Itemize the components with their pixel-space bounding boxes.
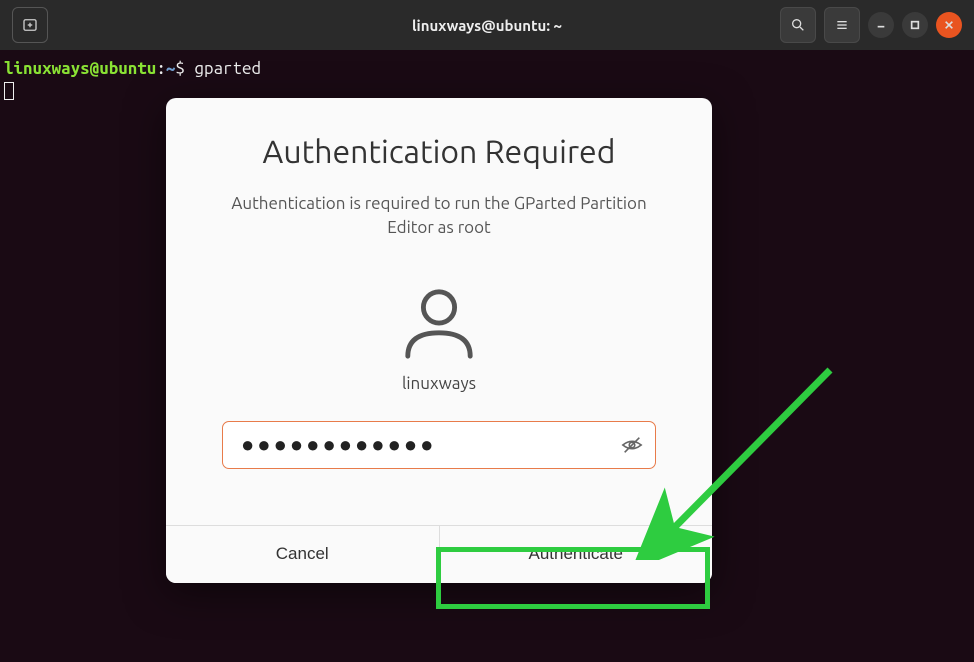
terminal-command: gparted bbox=[194, 59, 261, 78]
authenticate-button[interactable]: Authenticate bbox=[440, 526, 713, 583]
maximize-button[interactable] bbox=[902, 12, 928, 38]
username-label: linuxways bbox=[402, 374, 476, 393]
minimize-button[interactable] bbox=[868, 12, 894, 38]
authentication-dialog: Authentication Required Authentication i… bbox=[166, 98, 712, 583]
cancel-button[interactable]: Cancel bbox=[166, 526, 440, 583]
dialog-button-row: Cancel Authenticate bbox=[166, 525, 712, 583]
password-input[interactable] bbox=[222, 421, 656, 469]
window-titlebar: linuxways@ubuntu: ~ bbox=[0, 0, 974, 50]
password-field-wrap bbox=[222, 421, 656, 469]
hamburger-menu-button[interactable] bbox=[824, 7, 860, 43]
user-icon bbox=[400, 284, 478, 362]
window-title: linuxways@ubuntu: ~ bbox=[412, 17, 562, 34]
prompt-symbol: $ bbox=[175, 59, 194, 78]
dialog-subtitle: Authentication is required to run the GP… bbox=[166, 192, 712, 240]
dialog-title: Authentication Required bbox=[166, 134, 712, 170]
terminal-cursor bbox=[4, 82, 14, 100]
search-button[interactable] bbox=[780, 7, 816, 43]
close-button[interactable] bbox=[936, 12, 962, 38]
new-tab-button[interactable] bbox=[12, 7, 48, 43]
eye-off-icon bbox=[621, 434, 643, 456]
title-controls bbox=[780, 7, 962, 43]
toggle-password-visibility-button[interactable] bbox=[620, 433, 644, 457]
user-avatar: linuxways bbox=[166, 284, 712, 393]
prompt-path: ~ bbox=[166, 59, 176, 78]
prompt-separator: : bbox=[156, 59, 166, 78]
prompt-user-host: linuxways@ubuntu bbox=[4, 59, 156, 78]
